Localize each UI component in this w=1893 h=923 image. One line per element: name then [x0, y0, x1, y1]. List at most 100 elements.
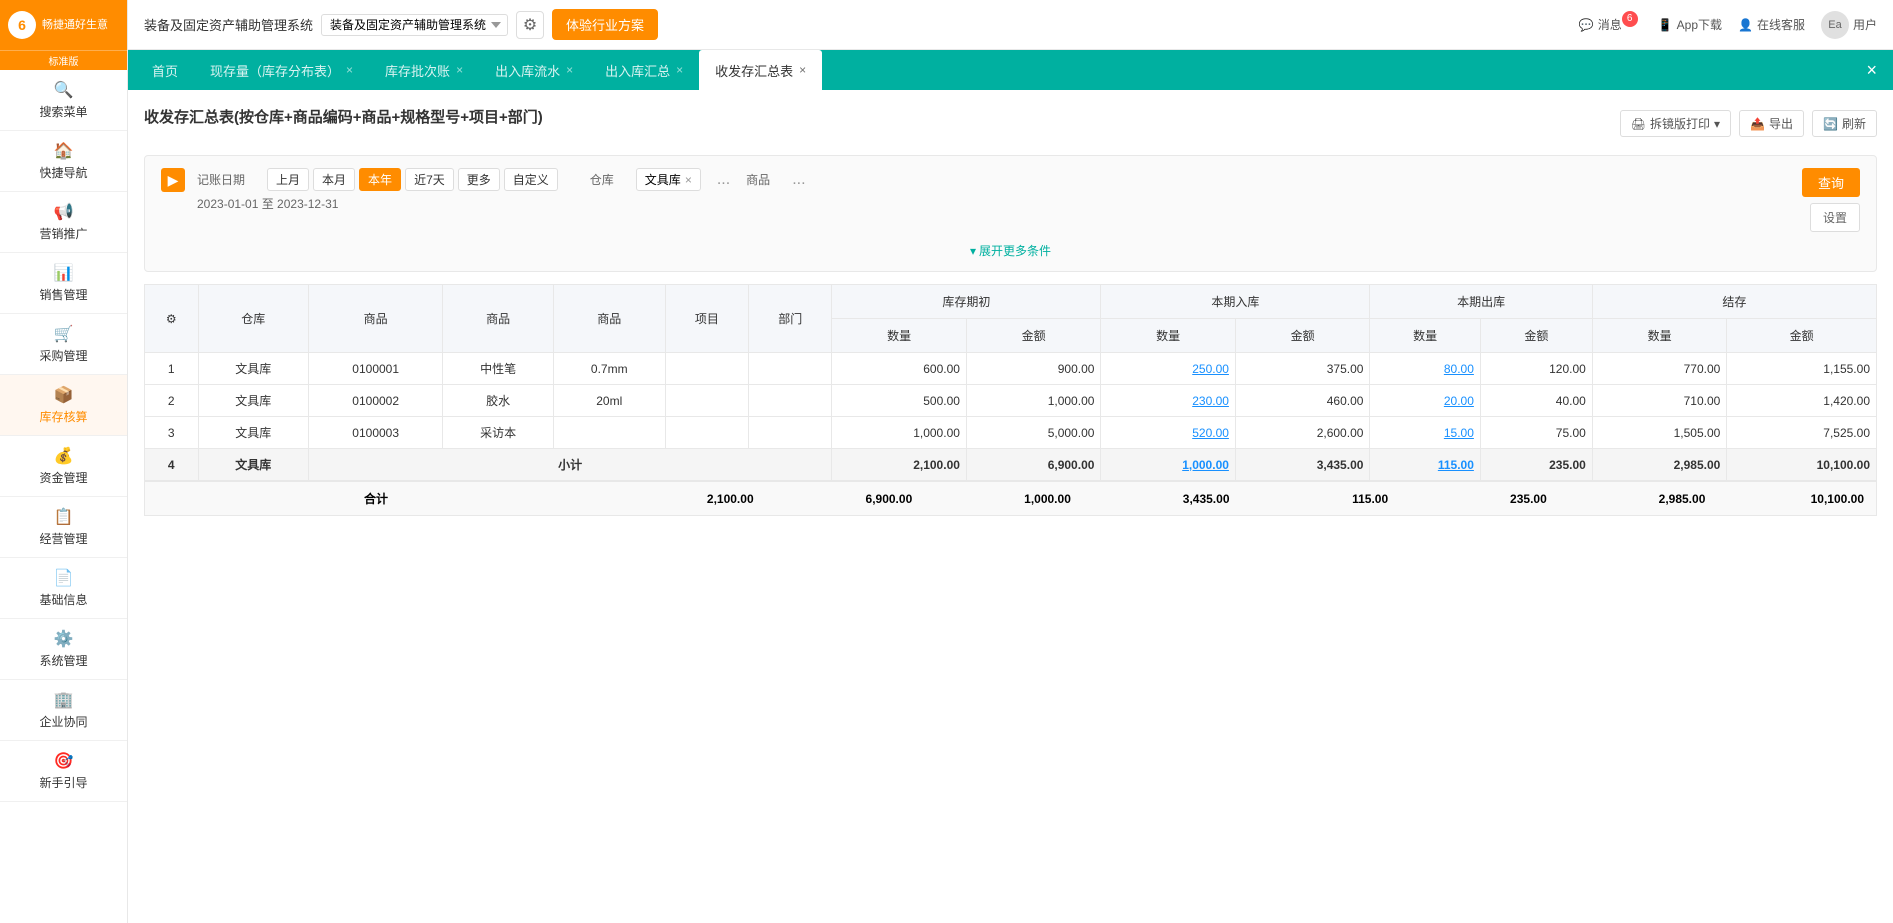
close-all-tabs-btn[interactable]: × [1858, 56, 1885, 85]
tab-label-inventory_dist: 现存量（库存分布表） [210, 61, 340, 80]
sidebar-item-sales[interactable]: 📊销售管理 [0, 253, 127, 314]
page-content: 收发存汇总表(按仓库+商品编码+商品+规格型号+项目+部门) 🖨 拆镜版打印 ▾… [128, 90, 1893, 923]
sub-warehouse: 文具库 [198, 449, 308, 481]
total-out-qty: 115.00 [1236, 492, 1395, 506]
warehouse-more-btn[interactable]: ... [717, 171, 730, 189]
tab-close-batch[interactable]: × [456, 63, 463, 77]
expand-icon: ▾ [970, 244, 976, 258]
sidebar-item-purchase[interactable]: 🛒 采购管理 [0, 314, 127, 375]
date-buttons: 上月 本月 本年 近7天 更多 自定义 [267, 168, 558, 191]
date-more-btn[interactable]: 更多 [458, 168, 500, 191]
sidebar-item-enterprise[interactable]: 🏢企业协同 [0, 680, 127, 741]
total-open-amt: 6,900.00 [760, 492, 919, 506]
sidebar-item-operations[interactable]: 📋经营管理 [0, 497, 127, 558]
sub-in-amt: 3,435.00 [1235, 449, 1370, 481]
nav-icon-operations: 📋 [54, 507, 74, 527]
nav-icon-system: ⚙️ [54, 629, 74, 649]
warehouse-remove-btn[interactable]: × [685, 173, 692, 187]
filter-toggle-btn[interactable]: ▶ [161, 168, 185, 192]
date-range-display: 2023-01-01 至 2023-12-31 [197, 195, 1790, 212]
nav-icon-purchase: 🛒 [54, 324, 74, 344]
cell-close-qty-2: 1,505.00 [1592, 417, 1727, 449]
sidebar-item-marketing[interactable]: 📢营销推广 [0, 192, 127, 253]
refresh-icon: 🔄 [1823, 117, 1838, 131]
sidebar-item-system[interactable]: ⚙️系统管理 [0, 619, 127, 680]
system-selector[interactable]: 装备及固定资产辅助管理系统 [321, 14, 508, 36]
date-7days-btn[interactable]: 近7天 [405, 168, 454, 191]
warehouse-name: 文具库 [645, 171, 681, 188]
sidebar-item-guide[interactable]: 🎯新手引导 [0, 741, 127, 802]
total-label: 合计 [364, 492, 388, 506]
date-curr-year-btn[interactable]: 本年 [359, 168, 401, 191]
th-open-amt: 金额 [966, 319, 1101, 353]
tab-home[interactable]: 首页 [136, 50, 194, 90]
total-close-amt: 10,100.00 [1711, 492, 1870, 506]
sidebar: 6 畅捷通好生意 标准版 🔍搜索菜单🏠快捷导航📢营销推广📊销售管理🛒采购管理📦库… [0, 0, 128, 923]
sub-close-amt: 10,100.00 [1727, 449, 1877, 481]
cell-project-0 [665, 353, 748, 385]
tab-inventory_dist[interactable]: 现存量（库存分布表） × [194, 50, 369, 90]
print-btn[interactable]: 🖨 拆镜版打印 ▾ [1620, 110, 1731, 137]
user-btn[interactable]: Ea 用户 [1821, 11, 1877, 39]
export-btn[interactable]: 📤 导出 [1739, 110, 1804, 137]
total-close-qty: 2,985.00 [1553, 492, 1712, 506]
cell-out-qty-1[interactable]: 20.00 [1370, 385, 1480, 417]
nav-label-inventory: 库存核算 [39, 408, 87, 425]
date-custom-btn[interactable]: 自定义 [504, 168, 558, 191]
product-more-btn[interactable]: ... [792, 171, 805, 189]
tab-close-recv_send[interactable]: × [799, 63, 806, 77]
product-label: 商品 [746, 171, 770, 188]
sidebar-item-finance[interactable]: 💰资金管理 [0, 436, 127, 497]
cell-spec-1: 20ml [553, 385, 665, 417]
cell-out-amt-1: 40.00 [1480, 385, 1592, 417]
filter-area: ▶ 记账日期 上月 本月 本年 近7天 更多 自定义 仓库 [144, 155, 1877, 272]
query-btn[interactable]: 查询 [1802, 168, 1860, 197]
cell-out-amt-0: 120.00 [1480, 353, 1592, 385]
tab-close-inventory_dist[interactable]: × [346, 63, 353, 77]
cell-project-2 [665, 417, 748, 449]
table-row: 1 文具库 0100001 中性笔 0.7mm 600.00 900.00 25… [145, 353, 1877, 385]
tab-close-inout_summary[interactable]: × [676, 63, 683, 77]
message-btn[interactable]: 💬 消息 6 [1579, 16, 1642, 33]
tab-label-inout_flow: 出入库流水 [495, 61, 560, 80]
header-right: 💬 消息 6 📱 App下载 👤 在线客服 Ea 用户 [1579, 11, 1877, 39]
trial-button[interactable]: 体验行业方案 [552, 9, 658, 40]
tab-label-batch: 库存批次账 [385, 61, 450, 80]
tab-batch[interactable]: 库存批次账 × [369, 50, 479, 90]
total-in-amt: 3,435.00 [1077, 492, 1236, 506]
cell-out-qty-0[interactable]: 80.00 [1370, 353, 1480, 385]
logo-icon: 6 [8, 11, 36, 39]
date-curr-month-btn[interactable]: 本月 [313, 168, 355, 191]
sidebar-item-basic[interactable]: 📄基础信息 [0, 558, 127, 619]
sidebar-item-quick[interactable]: 🏠快捷导航 [0, 131, 127, 192]
message-badge: 6 [1622, 11, 1638, 27]
refresh-btn[interactable]: 🔄 刷新 [1812, 110, 1877, 137]
nav-label-quick: 快捷导航 [39, 164, 87, 181]
expand-filter-btn[interactable]: ▾ 展开更多条件 [970, 242, 1051, 259]
settings-icon-btn[interactable]: ⚙ [516, 11, 544, 39]
app-download-label: App下载 [1677, 16, 1722, 33]
sub-out-qty[interactable]: 115.00 [1370, 449, 1480, 481]
filter-settings-btn[interactable]: 设置 [1810, 203, 1860, 232]
sidebar-item-inventory[interactable]: 📦库存核算 [0, 375, 127, 436]
tab-inout_summary[interactable]: 出入库汇总× [589, 50, 699, 90]
cell-in-qty-1[interactable]: 230.00 [1101, 385, 1236, 417]
tab-close-inout_flow[interactable]: × [566, 63, 573, 77]
page-title: 收发存汇总表(按仓库+商品编码+商品+规格型号+项目+部门) [144, 106, 543, 127]
tab-inout_flow[interactable]: 出入库流水 × [479, 50, 589, 90]
cell-in-qty-0[interactable]: 250.00 [1101, 353, 1236, 385]
cell-in-qty-2[interactable]: 520.00 [1101, 417, 1236, 449]
nav-label-purchase: 采购管理 [39, 347, 87, 364]
app-download-btn[interactable]: 📱 App下载 [1658, 16, 1722, 33]
cell-out-qty-2[interactable]: 15.00 [1370, 417, 1480, 449]
tab-recv_send[interactable]: 收发存汇总表× [699, 50, 822, 90]
header-left: 装备及固定资产辅助管理系统 装备及固定资产辅助管理系统 ⚙ 体验行业方案 [144, 9, 658, 40]
date-label: 记账日期 [197, 171, 245, 188]
online-service-btn[interactable]: 👤 在线客服 [1738, 16, 1805, 33]
sub-in-qty[interactable]: 1,000.00 [1101, 449, 1236, 481]
warehouse-tag: 文具库 × [636, 168, 701, 191]
cell-dept-2 [749, 417, 832, 449]
date-prev-month-btn[interactable]: 上月 [267, 168, 309, 191]
print-icon: 🖨 [1631, 117, 1646, 131]
sidebar-item-search[interactable]: 🔍搜索菜单 [0, 70, 127, 131]
